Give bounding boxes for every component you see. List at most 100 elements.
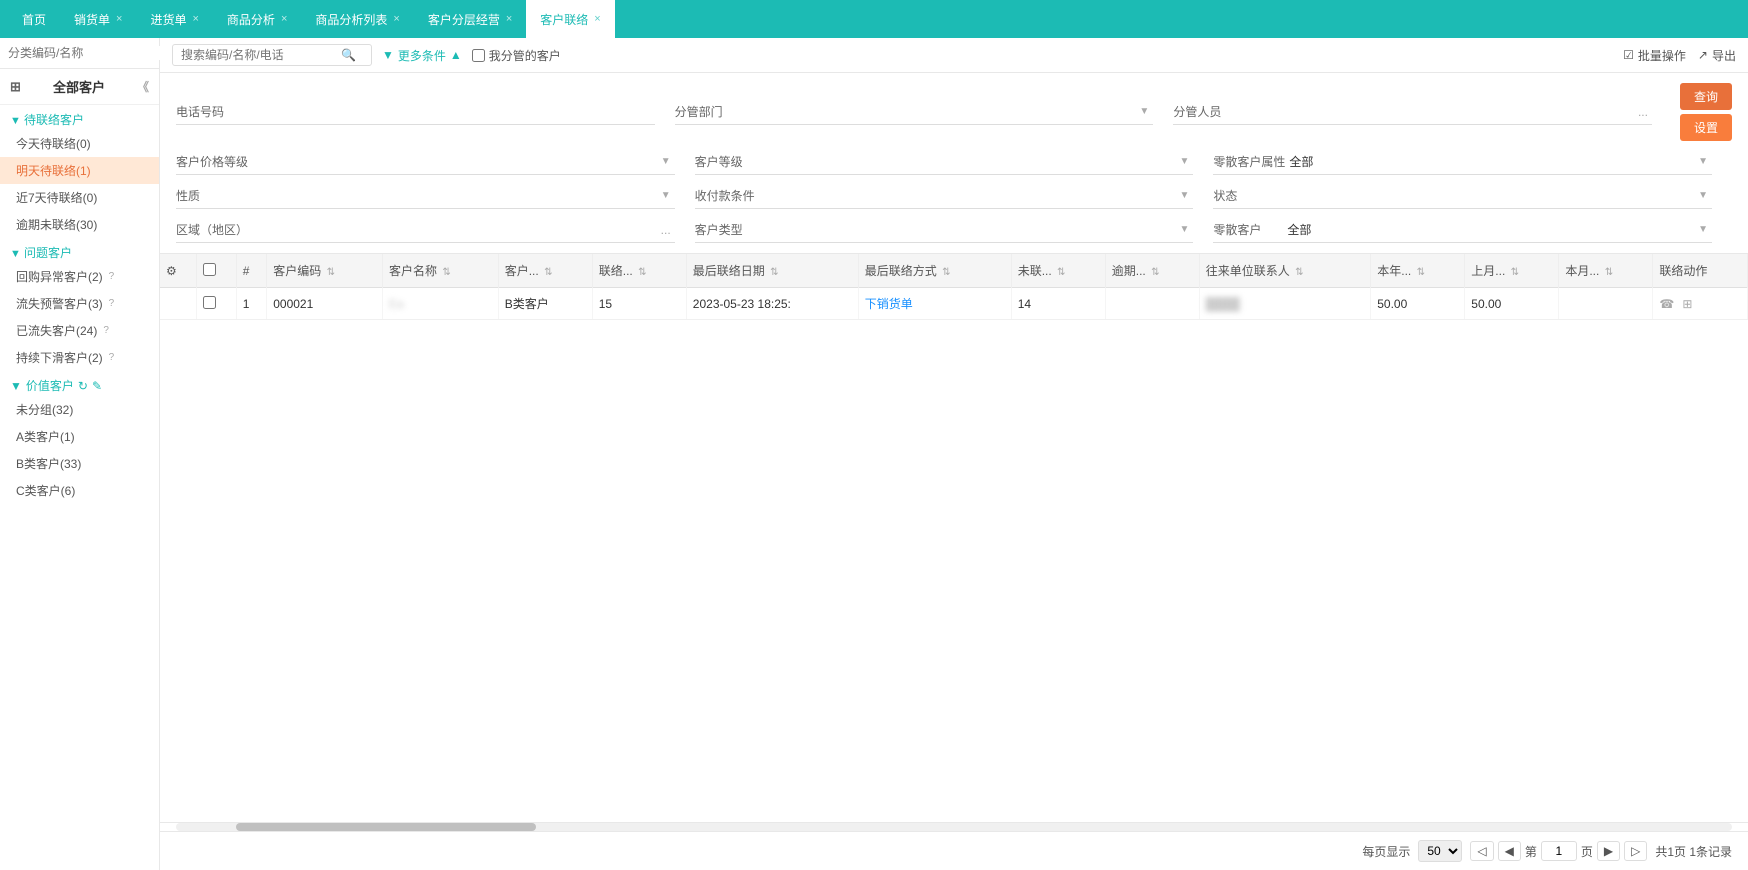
my-customers-check[interactable]	[472, 49, 485, 62]
row-checkbox[interactable]	[203, 296, 216, 309]
col-last-month[interactable]: 上月... ⇅	[1465, 254, 1559, 288]
col-no-contact[interactable]: 未联... ⇅	[1011, 254, 1105, 288]
data-table-container: ⚙ # 客户编码 ⇅ 客户名称 ⇅ 客户... ⇅	[160, 254, 1748, 822]
nav-product-analysis[interactable]: 商品分析 ×	[213, 0, 301, 38]
filter-price-level-label: 客户价格等级	[176, 153, 248, 170]
row-unit-contact-cell: ████	[1199, 288, 1370, 320]
row-name-cell: Ea	[382, 288, 498, 320]
per-page-select[interactable]: 50	[1418, 840, 1462, 862]
row-no-contact-cell: 14	[1011, 288, 1105, 320]
query-button[interactable]: 查询	[1680, 83, 1732, 110]
row-name-value: Ea	[389, 297, 404, 311]
sidebar-item-class-b[interactable]: B类客户(33)	[0, 450, 159, 477]
set-button[interactable]: 设置	[1680, 114, 1732, 141]
sidebar-item-today[interactable]: 今天待联络(0)	[0, 130, 159, 157]
search-icon[interactable]: 🔍	[341, 48, 356, 62]
horizontal-scrollbar[interactable]	[176, 823, 1732, 831]
nav-customer-contact[interactable]: 客户联络 ×	[526, 0, 614, 38]
filter-actions: 查询 设置	[1680, 83, 1732, 141]
filter-customer-level[interactable]: 客户等级 ▼	[695, 149, 1194, 175]
close-contact-icon[interactable]: ×	[594, 13, 600, 25]
col-name[interactable]: 客户名称 ⇅	[382, 254, 498, 288]
col-type[interactable]: 客户... ⇅	[498, 254, 592, 288]
filter-retail-customer[interactable]: 零散客户 全部 ▼	[1213, 217, 1712, 243]
scrollbar-thumb[interactable]	[236, 823, 536, 831]
row-this-month-cell	[1559, 288, 1653, 320]
refresh-icon[interactable]: ↻	[78, 379, 88, 393]
filter-bar: 🔍 ▼ 更多条件 ▲ 我分管的客户 ☑ 批量操作 ↗ 导出	[160, 38, 1748, 73]
export-icon: ↗	[1698, 48, 1708, 62]
sidebar-item-7days[interactable]: 近7天待联络(0)	[0, 184, 159, 211]
col-last-method[interactable]: 最后联络方式 ⇅	[858, 254, 1011, 288]
nav-product-analysis-list[interactable]: 商品分析列表 ×	[301, 0, 413, 38]
my-customers-checkbox[interactable]: 我分管的客户	[472, 47, 561, 64]
filter-phone: 电话号码	[176, 99, 655, 125]
col-unit-contact[interactable]: 往来单位联系人 ⇅	[1199, 254, 1370, 288]
prev-page-button[interactable]: ◀	[1498, 841, 1521, 861]
filter-nature[interactable]: 性质 ▼	[176, 183, 675, 209]
close-segmentation-icon[interactable]: ×	[506, 13, 512, 25]
row-overdue-cell	[1105, 288, 1199, 320]
export-button[interactable]: ↗ 导出	[1698, 47, 1736, 64]
sidebar-item-churned[interactable]: 已流失客户(24) ?	[0, 317, 159, 344]
sidebar-item-class-c[interactable]: C类客户(6)	[0, 477, 159, 504]
nav-sales[interactable]: 销货单 ×	[60, 0, 136, 38]
col-settings[interactable]: ⚙	[160, 254, 196, 288]
filter-retail-attr-label: 零散客户属性	[1213, 153, 1285, 170]
filter-customer-type[interactable]: 客户类型 ▼	[695, 217, 1194, 243]
sidebar-item-unclassified[interactable]: 未分组(32)	[0, 396, 159, 423]
filter-price-level[interactable]: 客户价格等级 ▼	[176, 149, 675, 175]
col-code[interactable]: 客户编码 ⇅	[267, 254, 383, 288]
sidebar-item-churn-warning[interactable]: 流失预警客户(3) ?	[0, 290, 159, 317]
col-last-date[interactable]: 最后联络日期 ⇅	[686, 254, 858, 288]
search-input[interactable]	[181, 48, 341, 62]
total-records: 共1页 1条记录	[1655, 843, 1732, 860]
page-input[interactable]	[1541, 841, 1577, 861]
qr-icon[interactable]: ⊞	[1682, 297, 1692, 311]
row-last-date-cell: 2023-05-23 18:25:	[686, 288, 858, 320]
close-purchase-icon[interactable]: ×	[192, 13, 198, 25]
retail-customer-dropdown-icon: ▼	[1698, 224, 1708, 235]
sort-icon-last-date: ⇅	[770, 267, 778, 278]
col-this-year[interactable]: 本年... ⇅	[1371, 254, 1465, 288]
filter-retail-attr[interactable]: 零散客户属性 全部 ▼	[1213, 149, 1712, 175]
close-product-analysis-list-icon[interactable]: ×	[393, 13, 399, 25]
batch-ops-button[interactable]: ☑ 批量操作	[1623, 47, 1686, 64]
sidebar-search-input[interactable]	[8, 46, 163, 60]
sidebar-all-customers[interactable]: ⊞ 全部客户 《	[0, 69, 159, 105]
phone-icon[interactable]: ☎	[1659, 297, 1674, 311]
sidebar-item-tomorrow[interactable]: 明天待联络(1)	[0, 157, 159, 184]
filter-status[interactable]: 状态 ▼	[1213, 183, 1712, 209]
col-this-month[interactable]: 本月... ⇅	[1559, 254, 1653, 288]
sidebar-item-repurchase-abnormal[interactable]: 回购异常客户(2) ?	[0, 263, 159, 290]
filter-person[interactable]: 分管人员 ...	[1173, 99, 1652, 125]
status-dropdown-icon: ▼	[1698, 190, 1708, 201]
last-page-button[interactable]: ▷	[1624, 841, 1647, 861]
more-conditions-button[interactable]: ▼ 更多条件 ▲	[382, 47, 462, 64]
col-overdue[interactable]: 逾期... ⇅	[1105, 254, 1199, 288]
chevron-up-icon: ▲	[450, 48, 462, 62]
last-method-link[interactable]: 下销货单	[865, 297, 913, 311]
first-page-button[interactable]: ◁	[1470, 841, 1493, 861]
next-page-button[interactable]: ▶	[1597, 841, 1620, 861]
select-all-checkbox[interactable]	[203, 263, 216, 276]
sidebar-item-declining[interactable]: 持续下滑客户(2) ?	[0, 344, 159, 371]
col-contact[interactable]: 联络... ⇅	[592, 254, 686, 288]
row-index-cell: 1	[236, 288, 266, 320]
close-sales-icon[interactable]: ×	[116, 13, 122, 25]
table-header-row: ⚙ # 客户编码 ⇅ 客户名称 ⇅ 客户... ⇅	[160, 254, 1748, 288]
nav-customer-segmentation[interactable]: 客户分层经营 ×	[414, 0, 526, 38]
nav-home[interactable]: 首页	[8, 0, 60, 38]
sidebar-item-class-a[interactable]: A类客户(1)	[0, 423, 159, 450]
edit-icon[interactable]: ✎	[92, 379, 102, 393]
collapse-icon[interactable]: 《	[137, 78, 149, 95]
filter-dept[interactable]: 分管部门 ▼	[675, 99, 1154, 125]
close-product-analysis-icon[interactable]: ×	[281, 13, 287, 25]
sort-icon-contact: ⇅	[638, 267, 646, 278]
content-area: 🔍 ▼ 更多条件 ▲ 我分管的客户 ☑ 批量操作 ↗ 导出	[160, 38, 1748, 870]
filter-payment[interactable]: 收付款条件 ▼	[695, 183, 1194, 209]
nav-purchase[interactable]: 进货单 ×	[136, 0, 212, 38]
filter-region[interactable]: 区域（地区） ...	[176, 217, 675, 243]
sidebar-item-overdue[interactable]: 逾期未联络(30)	[0, 211, 159, 238]
sort-icon-last-month: ⇅	[1511, 267, 1519, 278]
